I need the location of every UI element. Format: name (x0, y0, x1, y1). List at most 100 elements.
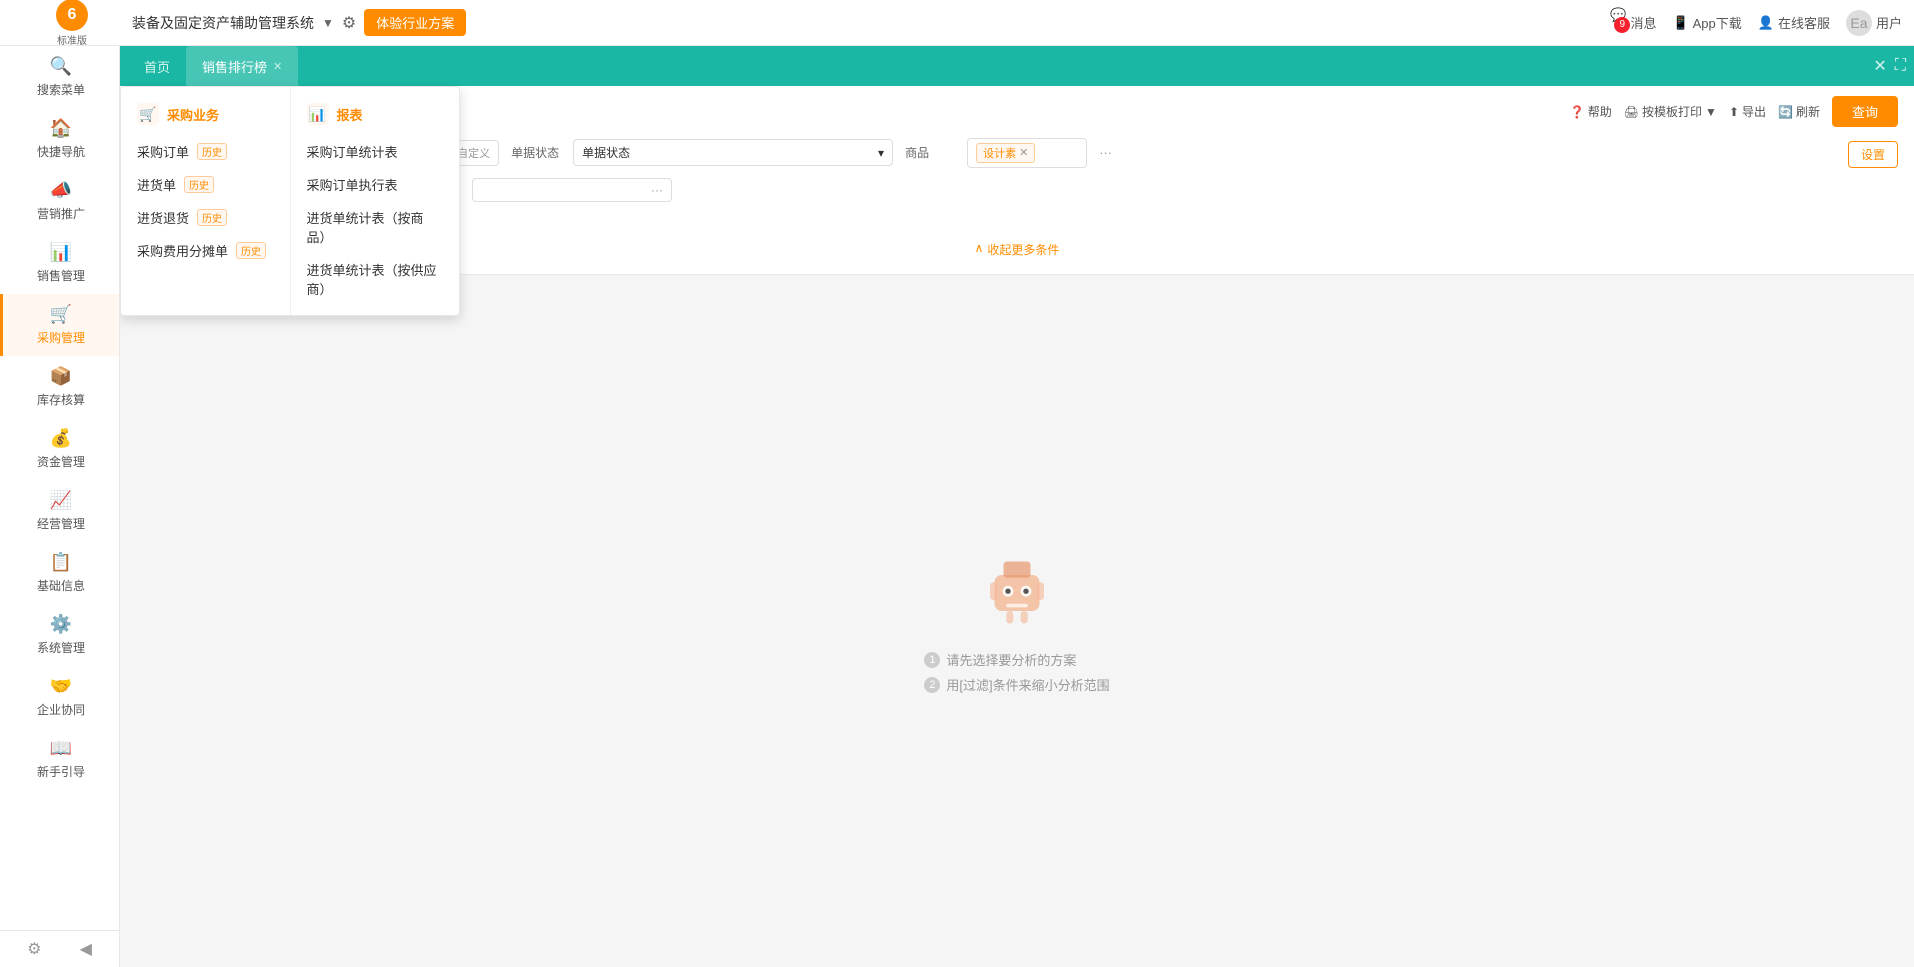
refresh-label: 刷新 (1796, 103, 1820, 120)
tab-sales-rank[interactable]: 销售排行榜 ✕ (186, 46, 298, 86)
dropdown-item-goods-return[interactable]: 进货退货 历史 (121, 201, 290, 234)
receipt-stats-goods-label: 进货单统计表（按商品） (307, 208, 444, 246)
status-label: 单据状态 (511, 144, 561, 161)
header-settings-btn[interactable]: ⚙ (342, 13, 356, 33)
sidebar-collapse-btn[interactable]: ◀ (80, 939, 92, 959)
service-icon: 👤 (1758, 15, 1774, 31)
receipt-stats-supplier-label: 进货单统计表（按供应商） (307, 260, 444, 298)
purchase-icon: 🛒 (50, 304, 72, 325)
msg-btn[interactable]: 💬 9 消息 (1610, 7, 1656, 39)
top-header: 6 标准版 装备及固定资产辅助管理系统 ▼ ⚙ 体验行业方案 💬 9 消息 📱 … (0, 0, 1914, 46)
empty-tips: 1 请先选择要分析的方案 2 用[过滤]条件来缩小分析范围 (924, 650, 1109, 694)
empty-state: 1 请先选择要分析的方案 2 用[过滤]条件来缩小分析范围 (924, 548, 1109, 694)
salesman-dots[interactable]: ··· (651, 183, 663, 197)
purchase-dropdown-menu: 🛒 采购业务 采购订单 历史 进货单 历史 进货退货 历史 采购费用分摊单 (120, 86, 460, 316)
tip-num-1: 1 (924, 652, 940, 668)
help-icon: ❓ (1570, 105, 1585, 119)
sidebar-item-search[interactable]: 🔍 搜索菜单 (0, 46, 119, 108)
sidebar-item-guide[interactable]: 📖 新手引导 (0, 728, 119, 790)
query-btn[interactable]: 查询 (1832, 96, 1898, 127)
tab-close-window-btn[interactable]: ✕ (1873, 56, 1886, 76)
tab-home-label: 首页 (144, 57, 170, 76)
export-icon: ⬆ (1729, 105, 1739, 119)
help-btn[interactable]: ❓ 帮助 (1570, 103, 1612, 120)
goods-tag-text: 设计素 (983, 145, 1016, 161)
goods-receipt-label: 进货单 (137, 175, 176, 194)
sidebar-item-enterprise[interactable]: 🤝 企业协同 (0, 666, 119, 728)
salesman-select[interactable]: ··· (472, 178, 672, 202)
operations-icon: 📈 (50, 490, 72, 511)
sidebar-item-quick-nav[interactable]: 🏠 快捷导航 (0, 108, 119, 170)
tip-num-2: 2 (924, 677, 940, 693)
goods-more-btn[interactable]: ··· (1099, 145, 1112, 160)
sidebar-settings-btn[interactable]: ⚙ (27, 939, 41, 959)
sidebar: 🔍 搜索菜单 🏠 快捷导航 📣 营销推广 📊 销售管理 🛒 采购管理 📦 库存核… (0, 46, 120, 967)
sidebar-label-quick-nav: 快捷导航 (37, 143, 85, 160)
refresh-btn[interactable]: 🔄 刷新 (1778, 103, 1820, 120)
purchase-report-col: 📊 报表 采购订单统计表 采购订单执行表 进货单统计表（按商品） 进货单统计表（… (291, 87, 460, 315)
chevron-down-icon: ▾ (878, 146, 884, 160)
home-icon: 🏠 (50, 118, 72, 139)
purchase-business-icon: 🛒 (137, 103, 159, 125)
dropdown-item-order-execute[interactable]: 采购订单执行表 (291, 168, 460, 201)
msg-badge: 9 (1614, 17, 1630, 33)
main-layout: 🔍 搜索菜单 🏠 快捷导航 📣 营销推广 📊 销售管理 🛒 采购管理 📦 库存核… (0, 46, 1914, 967)
collapse-arrow-icon: ∧ (975, 241, 984, 258)
goods-tag-close-btn[interactable]: ✕ (1019, 146, 1028, 159)
sidebar-item-finance[interactable]: 💰 资金管理 (0, 418, 119, 480)
sidebar-item-inventory[interactable]: 📦 库存核算 (0, 356, 119, 418)
tip-text-1: 请先选择要分析的方案 (946, 650, 1076, 669)
industry-btn[interactable]: 体验行业方案 (364, 9, 466, 36)
goods-return-history-badge: 历史 (197, 209, 227, 226)
purchase-business-header: 🛒 采购业务 (121, 97, 290, 135)
dropdown-item-receipt-stats-supplier[interactable]: 进货单统计表（按供应商） (291, 253, 460, 305)
online-service-btn[interactable]: 👤 在线客服 (1758, 13, 1830, 32)
status-select[interactable]: 单据状态 ▾ (573, 139, 893, 166)
sidebar-label-system: 系统管理 (37, 639, 85, 656)
sidebar-item-operations[interactable]: 📈 经营管理 (0, 480, 119, 542)
export-label: 导出 (1742, 103, 1766, 120)
purchase-report-icon: 📊 (307, 103, 329, 125)
sidebar-label-sales: 销售管理 (37, 267, 85, 284)
header-right: 💬 9 消息 📱 App下载 👤 在线客服 Ea 用户 (1610, 7, 1902, 39)
print-btn[interactable]: 🖨 按模板打印 ▼ (1624, 103, 1717, 120)
tab-home[interactable]: 首页 (128, 46, 186, 86)
dropdown-item-goods-receipt[interactable]: 进货单 历史 (121, 168, 290, 201)
tab-fullscreen-btn[interactable]: ⛶ (1895, 56, 1906, 76)
tab-bar-right: ✕ ⛶ (1873, 56, 1906, 76)
sidebar-label-guide: 新手引导 (37, 763, 85, 780)
tab-sales-rank-label: 销售排行榜 (202, 57, 267, 76)
settings-btn[interactable]: 设置 (1848, 141, 1898, 168)
search-icon: 🔍 (50, 56, 72, 77)
sidebar-item-sales[interactable]: 📊 销售管理 (0, 232, 119, 294)
dropdown-item-purchase-expense[interactable]: 采购费用分摊单 历史 (121, 234, 290, 267)
phone-icon: 📱 (1672, 15, 1688, 31)
sidebar-item-purchase[interactable]: 🛒 采购管理 (0, 294, 119, 356)
dropdown-item-order-stats[interactable]: 采购订单统计表 (291, 135, 460, 168)
sidebar-item-marketing[interactable]: 📣 营销推广 (0, 170, 119, 232)
sidebar-item-basic-info[interactable]: 📋 基础信息 (0, 542, 119, 604)
sidebar-item-system[interactable]: ⚙️ 系统管理 (0, 604, 119, 666)
system-dropdown-btn[interactable]: ▼ (322, 16, 334, 30)
tip-1: 1 请先选择要分析的方案 (924, 650, 1109, 669)
export-btn[interactable]: ⬆ 导出 (1729, 103, 1766, 120)
empty-icon (972, 548, 1062, 638)
goods-return-label: 进货退货 (137, 208, 189, 227)
main-content: 1 请先选择要分析的方案 2 用[过滤]条件来缩小分析范围 (120, 275, 1914, 967)
dropdown-item-purchase-order[interactable]: 采购订单 历史 (121, 135, 290, 168)
print-icon: 🖨 (1624, 105, 1639, 119)
user-btn[interactable]: Ea 用户 (1846, 10, 1902, 36)
goods-input[interactable]: 设计素 ✕ (967, 138, 1087, 168)
print-label: 按模板打印 (1642, 103, 1702, 120)
goods-receipt-history-badge: 历史 (184, 176, 214, 193)
guide-icon: 📖 (50, 738, 72, 759)
dropdown-item-receipt-stats-goods[interactable]: 进货单统计表（按商品） (291, 201, 460, 253)
sidebar-label-basic-info: 基础信息 (37, 577, 85, 594)
content-area: 首页 销售排行榜 ✕ ✕ ⛶ ❓ 帮助 🖨 按模板打印 ▼ (120, 46, 1914, 967)
purchase-expense-label: 采购费用分摊单 (137, 241, 228, 260)
sidebar-label-enterprise: 企业协同 (37, 701, 85, 718)
sidebar-label-search: 搜索菜单 (37, 81, 85, 98)
system-title: 装备及固定资产辅助管理系统 (132, 13, 314, 33)
tab-close-btn[interactable]: ✕ (273, 60, 282, 73)
app-download-btn[interactable]: 📱 App下载 (1672, 13, 1741, 32)
